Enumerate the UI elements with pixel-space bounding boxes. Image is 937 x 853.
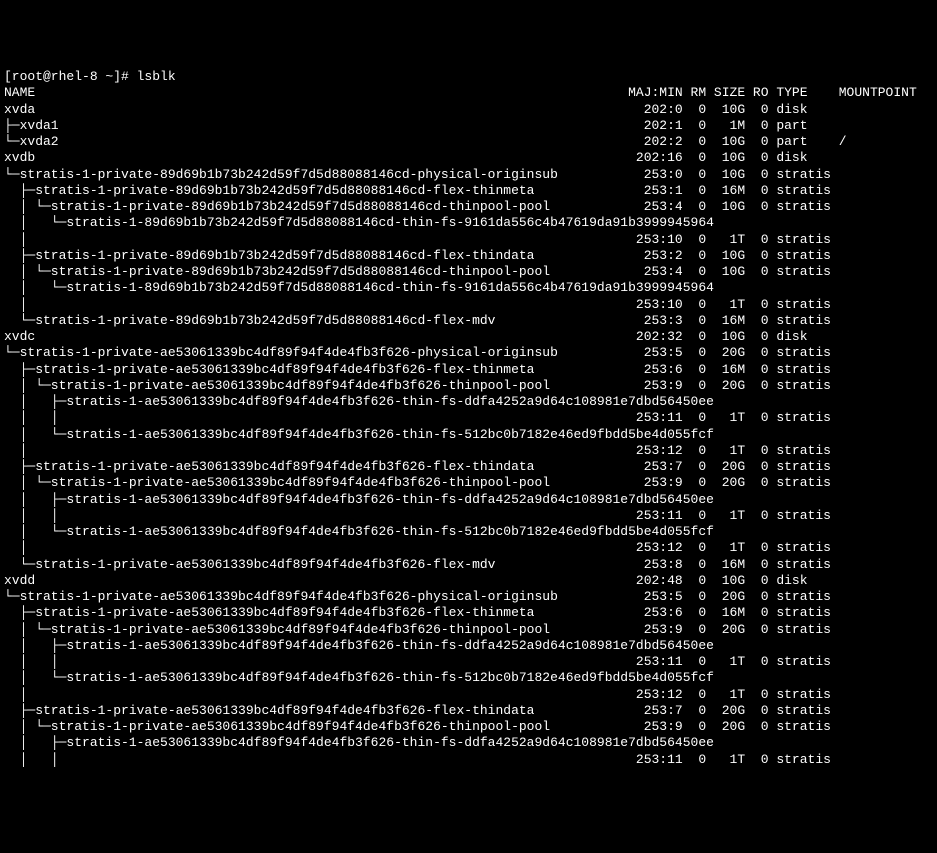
lsblk-row: │ 253:12 0 1T 0 stratis	[4, 443, 933, 459]
lsblk-row: │ ├─stratis-1-ae53061339bc4df89f94f4de4f…	[4, 638, 933, 654]
lsblk-row: │ └─stratis-1-private-89d69b1b73b242d59f…	[4, 264, 933, 280]
lsblk-row: │ └─stratis-1-private-ae53061339bc4df89f…	[4, 622, 933, 638]
prompt: [root@rhel-8 ~]#	[4, 69, 137, 84]
lsblk-row: xvda 202:0 0 10G 0 disk	[4, 102, 933, 118]
lsblk-row: │ └─stratis-1-ae53061339bc4df89f94f4de4f…	[4, 427, 933, 443]
lsblk-row: │ └─stratis-1-private-89d69b1b73b242d59f…	[4, 199, 933, 215]
lsblk-row: │ └─stratis-1-89d69b1b73b242d59f7d5d8808…	[4, 280, 933, 296]
lsblk-row: │ └─stratis-1-private-ae53061339bc4df89f…	[4, 475, 933, 491]
lsblk-row: ├─stratis-1-private-89d69b1b73b242d59f7d…	[4, 248, 933, 264]
lsblk-row: └─stratis-1-private-ae53061339bc4df89f94…	[4, 345, 933, 361]
lsblk-output: xvda 202:0 0 10G 0 disk ├─xvda1 202:1 0	[4, 102, 933, 768]
lsblk-row: └─stratis-1-private-ae53061339bc4df89f94…	[4, 589, 933, 605]
lsblk-row: ├─stratis-1-private-ae53061339bc4df89f94…	[4, 459, 933, 475]
lsblk-row: ├─stratis-1-private-ae53061339bc4df89f94…	[4, 362, 933, 378]
lsblk-row: │ │ 253:11 0 1T 0 stratis	[4, 752, 933, 768]
lsblk-row: xvdd 202:48 0 10G 0 disk	[4, 573, 933, 589]
lsblk-row: │ │ 253:11 0 1T 0 stratis	[4, 410, 933, 426]
lsblk-row: │ │ 253:11 0 1T 0 stratis	[4, 508, 933, 524]
lsblk-row: └─stratis-1-private-89d69b1b73b242d59f7d…	[4, 313, 933, 329]
lsblk-row: │ └─stratis-1-private-ae53061339bc4df89f…	[4, 719, 933, 735]
prompt-line[interactable]: [root@rhel-8 ~]# lsblk	[4, 69, 933, 85]
lsblk-row: └─xvda2 202:2 0 10G 0 part /	[4, 134, 933, 150]
lsblk-row: │ 253:10 0 1T 0 stratis	[4, 232, 933, 248]
lsblk-row: │ 253:12 0 1T 0 stratis	[4, 540, 933, 556]
lsblk-row: xvdc 202:32 0 10G 0 disk	[4, 329, 933, 345]
lsblk-row: │ ├─stratis-1-ae53061339bc4df89f94f4de4f…	[4, 735, 933, 751]
lsblk-row: │ 253:12 0 1T 0 stratis	[4, 687, 933, 703]
lsblk-row: ├─xvda1 202:1 0 1M 0 part	[4, 118, 933, 134]
lsblk-row: xvdb 202:16 0 10G 0 disk	[4, 150, 933, 166]
lsblk-row: │ └─stratis-1-89d69b1b73b242d59f7d5d8808…	[4, 215, 933, 231]
lsblk-row: │ ├─stratis-1-ae53061339bc4df89f94f4de4f…	[4, 394, 933, 410]
lsblk-row: └─stratis-1-private-89d69b1b73b242d59f7d…	[4, 167, 933, 183]
lsblk-row: │ └─stratis-1-private-ae53061339bc4df89f…	[4, 378, 933, 394]
lsblk-row: │ └─stratis-1-ae53061339bc4df89f94f4de4f…	[4, 670, 933, 686]
lsblk-row: ├─stratis-1-private-ae53061339bc4df89f94…	[4, 703, 933, 719]
command: lsblk	[137, 69, 176, 84]
lsblk-row: ├─stratis-1-private-ae53061339bc4df89f94…	[4, 605, 933, 621]
lsblk-row: │ ├─stratis-1-ae53061339bc4df89f94f4de4f…	[4, 492, 933, 508]
lsblk-row: │ │ 253:11 0 1T 0 stratis	[4, 654, 933, 670]
lsblk-row: └─stratis-1-private-ae53061339bc4df89f94…	[4, 557, 933, 573]
lsblk-row: ├─stratis-1-private-89d69b1b73b242d59f7d…	[4, 183, 933, 199]
lsblk-row: │ └─stratis-1-ae53061339bc4df89f94f4de4f…	[4, 524, 933, 540]
lsblk-row: │ 253:10 0 1T 0 stratis	[4, 297, 933, 313]
lsblk-header: NAME MAJ:MIN RM SIZE RO TYPE MOUNTPOINT	[4, 85, 933, 101]
